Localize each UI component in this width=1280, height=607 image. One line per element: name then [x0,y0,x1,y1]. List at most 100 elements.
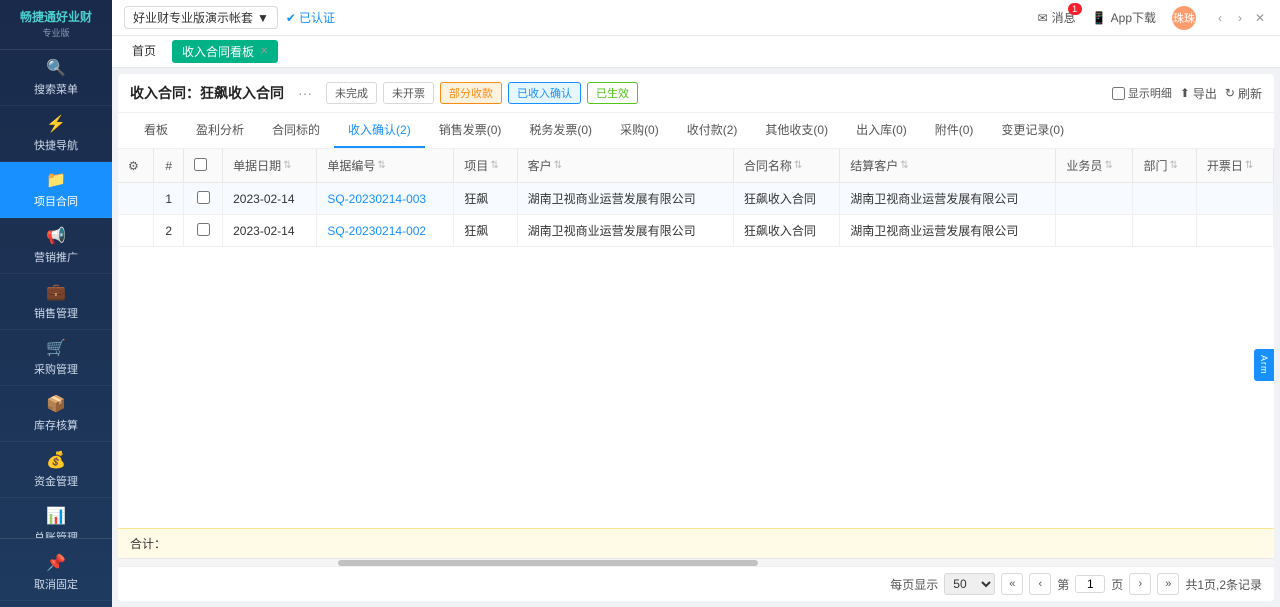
capital-icon: 💰 [46,450,66,470]
status-confirmed[interactable]: 已收入确认 [508,82,581,104]
row-doc-no-0[interactable]: SQ-20230214-003 [317,183,454,215]
row-doc-no-1[interactable]: SQ-20230214-002 [317,215,454,247]
next-page-button[interactable]: › [1129,573,1151,595]
sidebar-item-purchase[interactable]: 🛒 采购管理 [0,330,112,386]
page-input[interactable] [1075,575,1105,593]
show-detail-label[interactable]: 显示明细 [1112,85,1172,101]
first-page-button[interactable]: « [1001,573,1023,595]
sort-billing-icon: ⇅ [900,160,908,171]
sub-tab-attachments[interactable]: 附件(0) [921,113,988,148]
row-check-0[interactable] [184,183,223,215]
th-salesperson[interactable]: 业务员⇅ [1056,149,1133,183]
row-salesperson-0 [1056,183,1133,215]
company-selector[interactable]: 好业财专业版演示帐套 ▼ [124,6,278,29]
back-button[interactable]: ‹ [1212,10,1228,26]
message-button[interactable]: ✉ 消息 1 [1038,9,1076,26]
row-num-1: 2 [154,215,184,247]
status-uninvoiced[interactable]: 未开票 [383,82,434,104]
sub-tab-sales-invoice[interactable]: 销售发票(0) [425,113,516,148]
inventory-icon: 📦 [46,394,66,414]
page-suffix: 页 [1111,576,1123,593]
sort-doc-no-icon: ⇅ [377,160,385,171]
sub-tab-changes[interactable]: 变更记录(0) [987,113,1078,148]
row-doc-date2-0 [1196,183,1273,215]
sub-tab-warehouse[interactable]: 出入库(0) [842,113,921,148]
th-project[interactable]: 项目⇅ [454,149,517,183]
status-row: 未完成 未开票 部分收款 已收入确认 已生效 [326,82,638,104]
more-button[interactable]: ··· [292,83,318,103]
sidebar-item-capital[interactable]: 💰 资金管理 [0,442,112,498]
sidebar-menu: 🔍 搜索菜单 ⚡ 快捷导航 📁 项目合同 📢 营销推广 💼 销售管理 🛒 采购管… [0,50,112,538]
logo-sub: 专业版 [8,26,104,39]
forward-button[interactable]: › [1232,10,1248,26]
export-button[interactable]: ⬆ 导出 [1180,85,1217,102]
right-sticky-panel[interactable]: Arm [1254,349,1274,381]
sort-dept-icon: ⇅ [1169,160,1177,171]
scrollbar-area[interactable] [118,558,1274,566]
select-all-checkbox[interactable] [194,158,207,171]
row-doc-date2-1 [1196,215,1273,247]
data-table: ⚙ # 单据日期⇅ 单据编号⇅ 项目⇅ 客户⇅ 合同名称⇅ 结算客户⇅ 业务员⇅… [118,149,1274,247]
th-dept[interactable]: 部门⇅ [1133,149,1196,183]
sidebar-item-inventory[interactable]: 📦 库存核算 [0,386,112,442]
tab-home-label: 首页 [132,42,156,59]
sub-tab-dashboard[interactable]: 看板 [130,113,182,148]
sort-customer-icon: ⇅ [554,160,562,171]
sub-tab-revenue-confirm[interactable]: 收入确认(2) [334,113,425,148]
sidebar-label-quicknav: 快捷导航 [34,137,78,153]
app-download-button[interactable]: 📱 App下载 [1092,9,1156,26]
unpin-icon: 📌 [46,553,66,573]
tab-contract[interactable]: 收入合同看板 ✕ [172,40,278,63]
show-detail-checkbox[interactable] [1112,87,1125,100]
title-area: 收入合同：狂飙收入合同 ··· 未完成 未开票 部分收款 已收入确认 已生效 [130,82,638,104]
last-page-button[interactable]: » [1157,573,1179,595]
sub-tab-other-income[interactable]: 其他收支(0) [751,113,842,148]
th-billing-customer[interactable]: 结算客户⇅ [840,149,1056,183]
doc-no-link-1[interactable]: SQ-20230214-002 [327,224,426,238]
scrollbar-thumb[interactable] [338,560,758,566]
th-doc-no[interactable]: 单据编号⇅ [317,149,454,183]
prev-page-button[interactable]: ‹ [1029,573,1051,595]
sort-salesperson-icon: ⇅ [1104,160,1112,171]
th-contract-name[interactable]: 合同名称⇅ [733,149,839,183]
sidebar-item-sales[interactable]: 💼 销售管理 [0,274,112,330]
status-incomplete[interactable]: 未完成 [326,82,377,104]
doc-no-link-0[interactable]: SQ-20230214-003 [327,192,426,206]
th-gear[interactable]: ⚙ [118,149,154,183]
status-active[interactable]: 已生效 [587,82,638,104]
status-partial[interactable]: 部分收款 [440,82,502,104]
th-doc-date2[interactable]: 开票日⇅ [1196,149,1273,183]
sidebar-label-search: 搜索菜单 [34,81,78,97]
sidebar-logo: 畅捷通好业财 专业版 [0,0,112,50]
sub-tab-contract-std[interactable]: 合同标的 [258,113,334,148]
page-size-select[interactable]: 50 20 100 200 [944,573,995,595]
tab-home[interactable]: 首页 [120,36,168,67]
sidebar-item-general[interactable]: 📊 总账管理 [0,498,112,538]
tab-contract-close-icon[interactable]: ✕ [260,46,268,57]
app-label: App下载 [1111,9,1156,26]
sidebar-item-quicknav[interactable]: ⚡ 快捷导航 [0,106,112,162]
sub-tab-profit[interactable]: 盈利分析 [182,113,258,148]
sidebar-item-projects[interactable]: 📁 项目合同 [0,162,112,218]
row-check-1[interactable] [184,215,223,247]
sub-tab-tax-invoice[interactable]: 税务发票(0) [515,113,606,148]
row-gear-1 [118,215,154,247]
sub-tab-payment[interactable]: 收付款(2) [673,113,752,148]
row-project-0: 狂飙 [454,183,517,215]
row-checkbox-1[interactable] [197,223,210,236]
row-customer-1: 湖南卫视商业运营发展有限公司 [517,215,733,247]
sidebar-item-unpin[interactable]: 📌 取消固定 [0,545,112,601]
row-billing-customer-1: 湖南卫视商业运营发展有限公司 [840,215,1056,247]
table-area: ⚙ # 单据日期⇅ 单据编号⇅ 项目⇅ 客户⇅ 合同名称⇅ 结算客户⇅ 业务员⇅… [118,149,1274,528]
th-check[interactable] [184,149,223,183]
user-avatar-area[interactable]: 珠珠 [1172,6,1196,30]
th-customer[interactable]: 客户⇅ [517,149,733,183]
close-button[interactable]: ✕ [1252,10,1268,26]
th-doc-date[interactable]: 单据日期⇅ [223,149,317,183]
sidebar-item-marketing[interactable]: 📢 营销推广 [0,218,112,274]
sub-tab-purchase[interactable]: 采购(0) [606,113,673,148]
refresh-button[interactable]: ↻ 刷新 [1225,85,1262,102]
sidebar-item-search[interactable]: 🔍 搜索菜单 [0,50,112,106]
row-checkbox-0[interactable] [197,191,210,204]
tabs-nav: 首页 收入合同看板 ✕ [112,36,1280,68]
